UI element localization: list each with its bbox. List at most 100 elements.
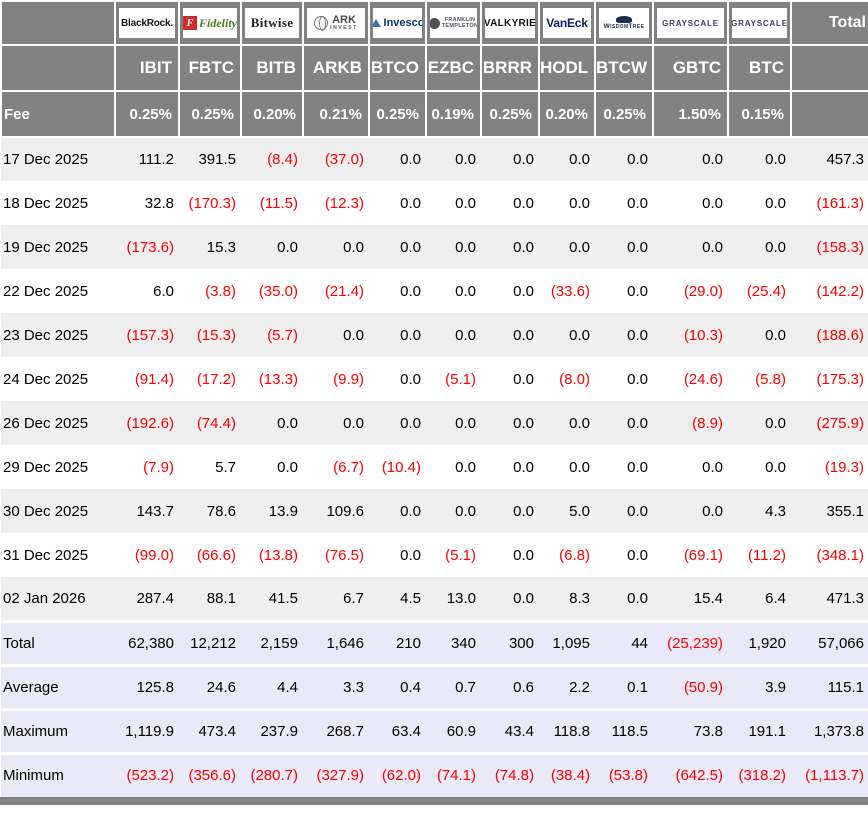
flow-cell-ezbc: (74.1) — [436, 767, 476, 785]
flow-cell-brrr: 300 — [508, 634, 534, 652]
flow-cell-arkb: (9.9) — [333, 370, 364, 388]
provider-cell-invesco: Invesco — [368, 0, 427, 46]
flow-cell-btco: 0.0 — [400, 546, 421, 564]
fidelity-logo: F Fidelity — [183, 8, 237, 38]
flow-cell-btco: 0.0 — [400, 326, 421, 344]
ticker-brrr: BRRR — [480, 44, 540, 92]
flow-cell-ezbc: 0.0 — [455, 326, 476, 344]
grayscale-logo: GRAYSCALE — [657, 8, 724, 38]
franklin-text: FRANKLIN TEMPLETON — [442, 17, 477, 29]
flow-cell-brrr: 0.0 — [513, 238, 534, 256]
flow-cell-brrr: 0.0 — [513, 282, 534, 300]
provider-cell-bitwise: Bitwise — [240, 0, 304, 46]
flow-cell-total: (1,113.7) — [805, 767, 864, 785]
flow-cell-ibit: 287.4 — [136, 589, 174, 607]
flow-cell-gbtc: 0.0 — [702, 502, 723, 520]
fee-row: Fee 0.25% 0.25% 0.20% 0.21% 0.25% 0.19% 0.25% 0.… — [0, 90, 868, 138]
average-label: Average — [3, 678, 59, 696]
date-label: 17 Dec 2025 — [3, 151, 89, 168]
flow-cell-brrr: 0.0 — [513, 589, 534, 607]
flow-cell-gbtc: 73.8 — [693, 722, 723, 740]
flow-cell-bitb: (11.5) — [259, 194, 298, 212]
flow-cell-gbtc: (8.9) — [692, 414, 723, 432]
flow-cell-btc: 0.0 — [765, 151, 786, 168]
valkyrie-wordmark: VALKYRIE — [485, 17, 535, 29]
flow-cell-btco: 0.0 — [400, 502, 421, 520]
flow-cell-arkb: (327.9) — [316, 767, 364, 785]
flow-cell-hodl: (8.0) — [559, 370, 590, 388]
flow-cell-brrr: 0.6 — [513, 678, 534, 696]
table-header: BlackRock. F Fidelity Bitwise ARK INVEST Inves… — [0, 0, 868, 138]
flow-cell-total: 471.3 — [826, 589, 864, 607]
flow-cell-gbtc: (29.0) — [683, 282, 723, 300]
flow-cell-btc: (5.8) — [755, 370, 786, 388]
flow-cell-btcw: 0.0 — [627, 194, 648, 212]
flow-cell-btc: 4.3 — [765, 502, 786, 520]
flow-cell-btcw: 44 — [631, 634, 648, 652]
total-row: Total 62,380 12,212 2,159 1,646 210 340 300 1,09… — [1, 621, 868, 665]
wisdomtree-text: WisdomTree — [604, 16, 645, 30]
flow-cell-ibit: 111.2 — [138, 151, 174, 168]
flow-cell-btco: 0.0 — [400, 282, 421, 300]
bitwise-logo: Bitwise — [245, 8, 299, 38]
flow-cell-hodl: 0.0 — [569, 326, 590, 344]
maximum-label: Maximum — [3, 722, 69, 740]
flow-cell-ezbc: (5.1) — [445, 370, 476, 388]
ticker-hodl: HODL — [538, 44, 596, 92]
flow-cell-btc: 0.0 — [765, 238, 786, 256]
flow-cell-ibit: (7.9) — [143, 458, 174, 476]
flow-cell-brrr: 0.0 — [513, 502, 534, 520]
flow-cell-fbtc: 5.7 — [215, 458, 236, 476]
total-label: Total — [3, 634, 35, 652]
flow-cell-hodl: 2.2 — [569, 678, 590, 696]
flow-cell-btc: (318.2) — [738, 767, 786, 785]
fee-btcw: 0.25% — [594, 90, 654, 138]
flow-cell-btco: 4.5 — [400, 589, 421, 607]
vaneck-logo: VanEck — [543, 8, 591, 38]
flow-cell-gbtc: (69.1) — [683, 546, 723, 564]
ticker-btc: BTC — [727, 44, 792, 92]
flow-cell-ezbc: (5.1) — [445, 546, 476, 564]
fee-ibit: 0.25% — [114, 90, 180, 138]
flow-cell-arkb: 3.3 — [343, 678, 364, 696]
flow-cell-btco: (62.0) — [381, 767, 421, 785]
invesco-logo: Invesco — [373, 8, 422, 38]
flow-cell-fbtc: 15.3 — [206, 238, 236, 256]
flow-cell-fbtc: (3.8) — [205, 282, 236, 300]
flow-cell-arkb: (37.0) — [324, 151, 364, 168]
flow-cell-bitb: (35.0) — [258, 282, 298, 300]
ticker-row: IBIT FBTC BITB ARKB BTCO EZBC BRRR HODL BTCW GBTC… — [0, 44, 868, 92]
flow-cell-bitb: 41.5 — [268, 589, 298, 607]
ticker-btco: BTCO — [368, 44, 427, 92]
flow-cell-bitb: 4.4 — [277, 678, 298, 696]
flow-cell-total: (348.1) — [816, 546, 864, 564]
fee-arkb: 0.21% — [302, 90, 370, 138]
flow-cell-btcw: 0.0 — [627, 370, 648, 388]
fee-total-empty-cell — [790, 90, 868, 138]
flow-cell-fbtc: (74.4) — [196, 414, 236, 432]
provider-cell-ark: ARK INVEST — [302, 0, 370, 46]
fee-brrr: 0.25% — [480, 90, 540, 138]
flow-cell-arkb: 1,646 — [326, 634, 364, 652]
fee-bitb: 0.20% — [240, 90, 304, 138]
blackrock-logo: BlackRock. — [119, 8, 175, 38]
flow-cell-ibit: 143.7 — [136, 502, 174, 520]
templeton-wordmark: TEMPLETON — [441, 23, 477, 29]
flow-cell-arkb: (12.3) — [324, 194, 364, 212]
flow-cell-hodl: (33.6) — [550, 282, 590, 300]
maximum-row: Maximum 1,119.9 473.4 237.9 268.7 63.4 60.9 43.… — [1, 709, 868, 753]
flow-cell-hodl: 1,095 — [552, 634, 590, 652]
flow-cell-btcw: 0.0 — [627, 238, 648, 256]
fee-fbtc: 0.25% — [178, 90, 242, 138]
vaneck-wordmark: VanEck — [546, 16, 588, 30]
date-label: 31 Dec 2025 — [3, 546, 89, 564]
flow-cell-btco: 0.4 — [400, 678, 421, 696]
ticker-ibit: IBIT — [114, 44, 180, 92]
fee-ezbc: 0.19% — [425, 90, 482, 138]
flow-cell-btc: 191.1 — [748, 722, 786, 740]
grayscale-2-wordmark: GRAYSCALE — [732, 18, 787, 28]
date-row: 17 Dec 2025 111.2 391.5 (8.4) (37.0) 0.0 0.0 0.… — [1, 137, 868, 181]
grayscale-2-logo: GRAYSCALE — [732, 8, 787, 38]
flow-cell-hodl: 0.0 — [569, 151, 590, 168]
flow-cell-bitb: 0.0 — [277, 414, 298, 432]
